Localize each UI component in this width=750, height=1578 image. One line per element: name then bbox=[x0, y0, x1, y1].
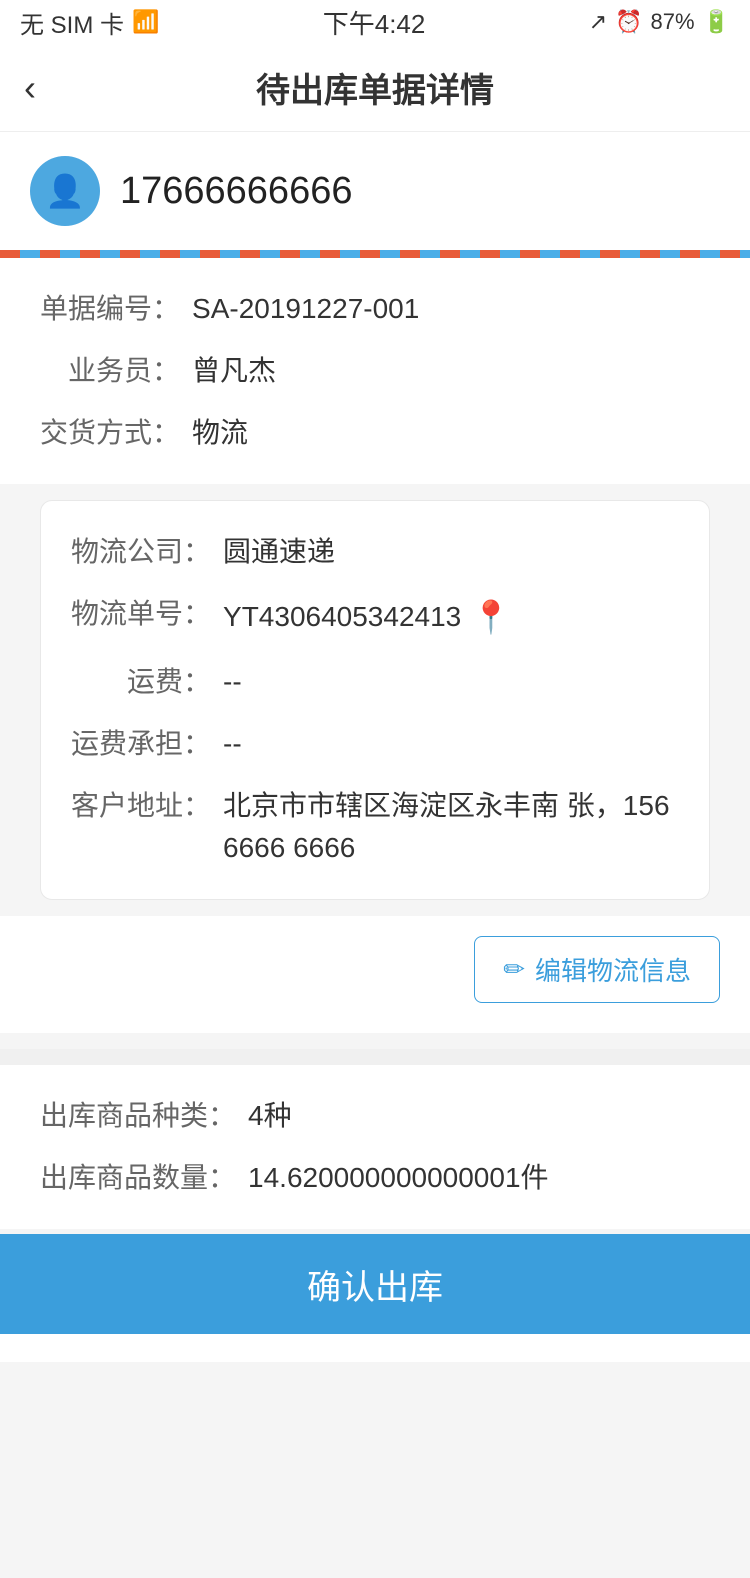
freight-bearer-value: -- bbox=[223, 723, 679, 765]
freight-bearer-row: 运费承担： -- bbox=[71, 723, 679, 765]
freight-bearer-label: 运费承担： bbox=[71, 723, 211, 765]
nav-bar: ‹ 待出库单据详情 bbox=[0, 44, 750, 132]
logistics-company-value: 圆通速递 bbox=[223, 531, 679, 573]
confirm-outbound-button[interactable]: 确认出库 bbox=[307, 1260, 443, 1309]
address-row: 客户地址： 北京市市辖区海淀区永丰南 张，156 6666 6666 bbox=[71, 785, 679, 869]
delivery-method-value: 物流 bbox=[192, 412, 710, 454]
goods-section: 出库商品种类： 4种 出库商品数量： 14.620000000000001件 bbox=[0, 1065, 750, 1229]
gray-fill-area bbox=[0, 1378, 750, 1578]
status-bar: 无 SIM 卡 📶 下午4:42 ↗ ⏰ 87% 🔋 bbox=[0, 0, 750, 44]
order-number-row: 单据编号： SA-20191227-001 bbox=[40, 288, 710, 330]
alarm-icon: ⏰ bbox=[615, 9, 642, 35]
avatar: 👤 bbox=[30, 156, 100, 226]
logistics-card: 物流公司： 圆通速递 物流单号： YT43064053424​13 📍 运费： … bbox=[40, 500, 710, 900]
delivery-method-row: 交货方式： 物流 bbox=[40, 412, 710, 454]
logistics-company-row: 物流公司： 圆通速递 bbox=[71, 531, 679, 573]
wifi-icon: 📶 bbox=[132, 9, 159, 35]
avatar-icon: 👤 bbox=[45, 172, 85, 210]
sales-person-row: 业务员： 曾凡杰 bbox=[40, 350, 710, 392]
sales-person-label: 业务员： bbox=[40, 350, 180, 392]
tracking-row: 物流单号： YT43064053424​13 📍 bbox=[71, 593, 679, 641]
freight-label: 运费： bbox=[71, 661, 211, 703]
customer-phone: 17666666666 bbox=[120, 170, 352, 213]
goods-type-row: 出库商品种类： 4种 bbox=[40, 1095, 710, 1137]
logistics-company-label: 物流公司： bbox=[71, 531, 211, 573]
back-button[interactable]: ‹ bbox=[24, 67, 36, 109]
edit-logistics-button[interactable]: ✏ 编辑物流信息 bbox=[474, 936, 720, 1003]
carrier-label: 无 SIM 卡 bbox=[20, 5, 124, 40]
battery-icon: 🔋 bbox=[703, 9, 730, 35]
tracking-value: YT43064053424​13 📍 bbox=[223, 593, 679, 641]
delivery-method-label: 交货方式： bbox=[40, 412, 180, 454]
bottom-bar: 确认出库 bbox=[0, 1234, 750, 1334]
status-time: 下午4:42 bbox=[323, 4, 426, 41]
freight-value: -- bbox=[223, 661, 679, 703]
tracking-label: 物流单号： bbox=[71, 593, 211, 635]
tracking-location-icon[interactable]: 📍 bbox=[471, 593, 511, 641]
status-right: ↗ ⏰ 87% 🔋 bbox=[589, 9, 730, 35]
customer-header: 👤 17666666666 bbox=[0, 132, 750, 250]
order-info-section: 单据编号： SA-20191227-001 业务员： 曾凡杰 交货方式： 物流 bbox=[0, 258, 750, 484]
section-separator-1 bbox=[0, 1049, 750, 1065]
goods-quantity-row: 出库商品数量： 14.620000000000001件 bbox=[40, 1157, 710, 1199]
order-number-label: 单据编号： bbox=[40, 288, 180, 330]
page-title: 待出库单据详情 bbox=[256, 63, 494, 112]
battery-label: 87% bbox=[651, 9, 695, 35]
edit-icon: ✏ bbox=[503, 954, 525, 985]
status-left: 无 SIM 卡 📶 bbox=[20, 5, 159, 40]
freight-row: 运费： -- bbox=[71, 661, 679, 703]
address-value: 北京市市辖区海淀区永丰南 张，156 6666 6666 bbox=[223, 785, 679, 869]
tracking-number-text: YT43064053424​13 bbox=[223, 596, 461, 638]
goods-quantity-value: 14.620000000000001件 bbox=[248, 1157, 710, 1199]
order-number-value: SA-20191227-001 bbox=[192, 288, 710, 330]
goods-quantity-label: 出库商品数量： bbox=[40, 1157, 236, 1199]
edit-label: 编辑物流信息 bbox=[535, 951, 691, 988]
address-label: 客户地址： bbox=[71, 785, 211, 827]
dashed-divider bbox=[0, 250, 750, 258]
goods-type-label: 出库商品种类： bbox=[40, 1095, 236, 1137]
edit-logistics-container: ✏ 编辑物流信息 bbox=[0, 916, 750, 1033]
goods-type-value: 4种 bbox=[248, 1095, 710, 1137]
sales-person-value: 曾凡杰 bbox=[192, 350, 710, 392]
location-status-icon: ↗ bbox=[589, 9, 607, 35]
